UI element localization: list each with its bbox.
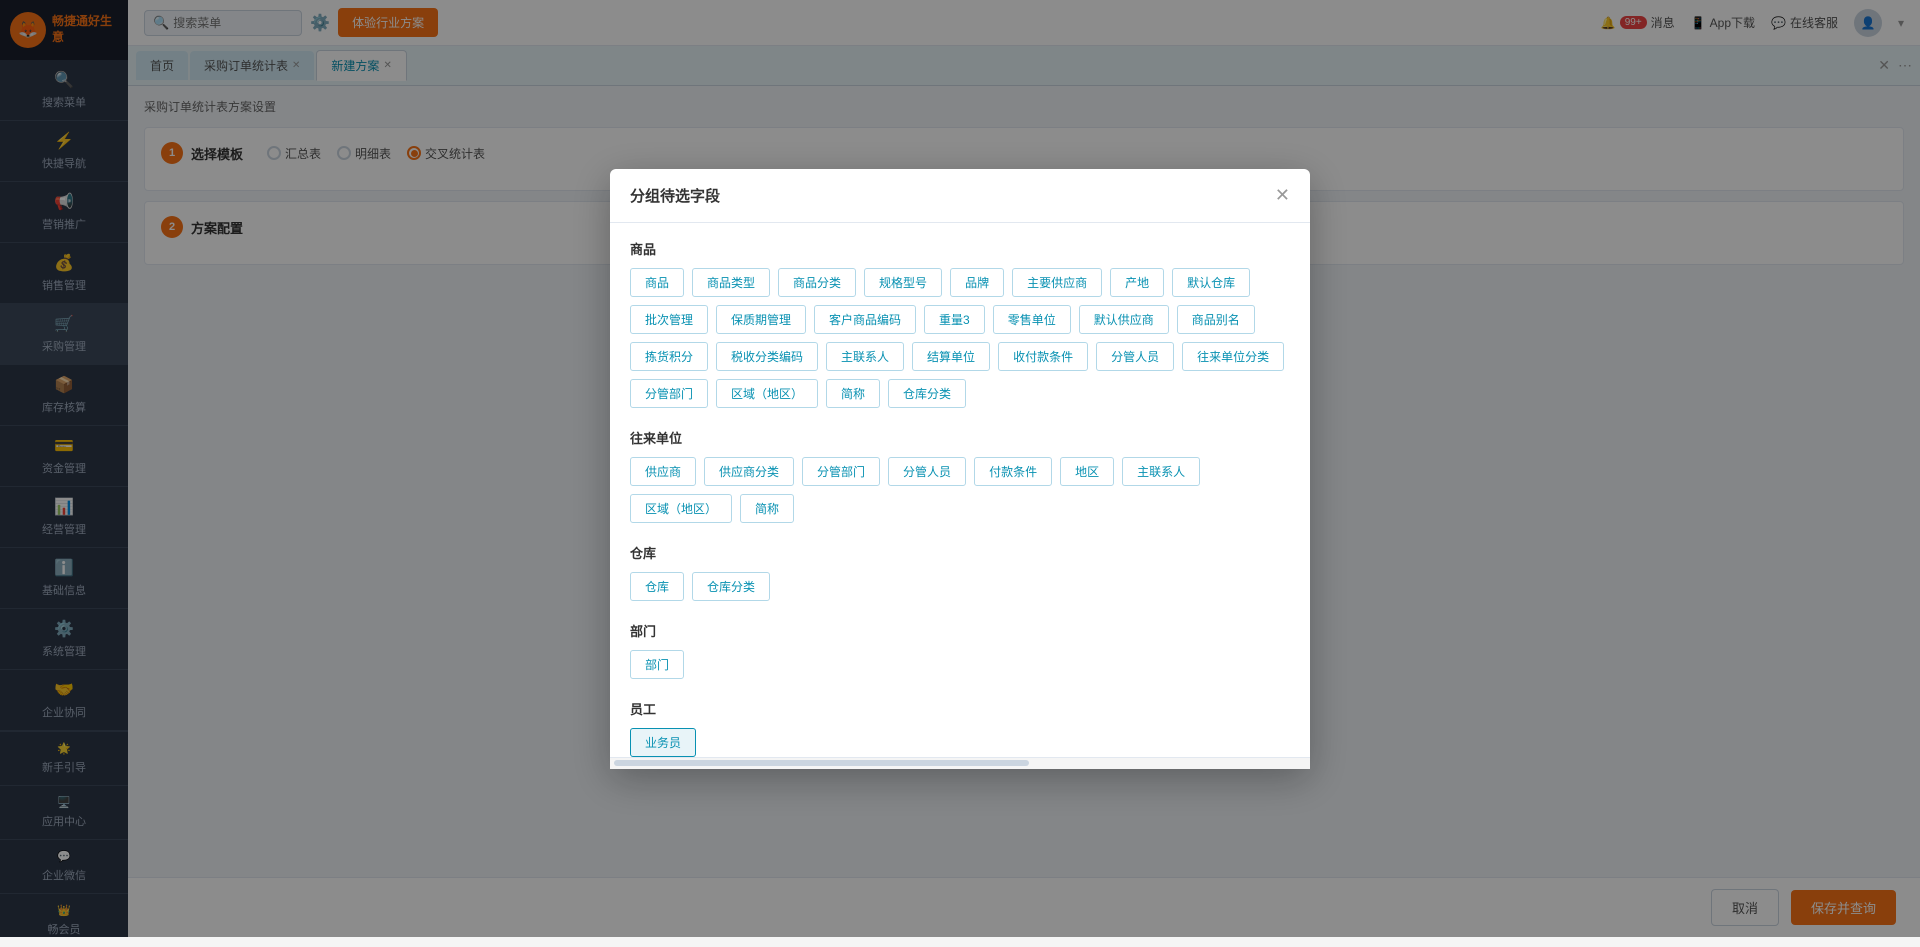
field-tag[interactable]: 商品类型 (692, 268, 770, 297)
field-group-warehouse: 仓库 仓库 仓库分类 (630, 543, 1290, 601)
field-tags-product: 商品 商品类型 商品分类 规格型号 品牌 主要供应商 产地 默认仓库 批次管理 … (630, 268, 1290, 408)
field-tag[interactable]: 默认仓库 (1172, 268, 1250, 297)
field-tag[interactable]: 主联系人 (826, 342, 904, 371)
field-tag[interactable]: 商品分类 (778, 268, 856, 297)
field-tag[interactable]: 简称 (826, 379, 880, 408)
field-tags-partner: 供应商 供应商分类 分管部门 分管人员 付款条件 地区 主联系人 区域（地区） … (630, 457, 1290, 523)
field-tag[interactable]: 品牌 (950, 268, 1004, 297)
modal-title: 分组待选字段 (630, 185, 720, 206)
modal-body: 商品 商品 商品类型 商品分类 规格型号 品牌 主要供应商 产地 默认仓库 批次… (610, 223, 1310, 757)
field-tag[interactable]: 往来单位分类 (1182, 342, 1284, 371)
field-tag[interactable]: 仓库 (630, 572, 684, 601)
field-tag[interactable]: 付款条件 (974, 457, 1052, 486)
field-tag[interactable]: 供应商分类 (704, 457, 794, 486)
field-tag[interactable]: 分管部门 (802, 457, 880, 486)
field-tag[interactable]: 区域（地区） (630, 494, 732, 523)
field-group-partner: 往来单位 供应商 供应商分类 分管部门 分管人员 付款条件 地区 主联系人 区域… (630, 428, 1290, 523)
field-group-title-partner: 往来单位 (630, 428, 1290, 447)
field-group-title-employee: 员工 (630, 699, 1290, 718)
field-tag[interactable]: 结算单位 (912, 342, 990, 371)
field-tag[interactable]: 收付款条件 (998, 342, 1088, 371)
field-group-title-warehouse: 仓库 (630, 543, 1290, 562)
field-tag[interactable]: 简称 (740, 494, 794, 523)
field-tag[interactable]: 规格型号 (864, 268, 942, 297)
field-tag[interactable]: 商品别名 (1177, 305, 1255, 334)
field-tag[interactable]: 拣货积分 (630, 342, 708, 371)
field-tag-salesperson[interactable]: 业务员 (630, 728, 696, 757)
modal-overlay[interactable]: 分组待选字段 ✕ 商品 商品 商品类型 商品分类 规格型号 品牌 主要供应商 产… (0, 0, 1920, 937)
field-tag[interactable]: 部门 (630, 650, 684, 679)
field-tags-warehouse: 仓库 仓库分类 (630, 572, 1290, 601)
field-tag[interactable]: 仓库分类 (692, 572, 770, 601)
scroll-thumb-horizontal (614, 760, 1029, 766)
field-tag[interactable]: 默认供应商 (1079, 305, 1169, 334)
field-group-title-department: 部门 (630, 621, 1290, 640)
field-tag[interactable]: 客户商品编码 (814, 305, 916, 334)
field-group-employee: 员工 业务员 (630, 699, 1290, 757)
field-group-title-product: 商品 (630, 239, 1290, 258)
modal-close-button[interactable]: ✕ (1275, 186, 1290, 204)
field-group-department: 部门 部门 (630, 621, 1290, 679)
modal: 分组待选字段 ✕ 商品 商品 商品类型 商品分类 规格型号 品牌 主要供应商 产… (610, 169, 1310, 769)
field-tag[interactable]: 批次管理 (630, 305, 708, 334)
field-tag[interactable]: 主联系人 (1122, 457, 1200, 486)
field-group-product: 商品 商品 商品类型 商品分类 规格型号 品牌 主要供应商 产地 默认仓库 批次… (630, 239, 1290, 408)
field-tag[interactable]: 重量3 (924, 305, 985, 334)
field-tag[interactable]: 税收分类编码 (716, 342, 818, 371)
field-tag[interactable]: 分管人员 (888, 457, 966, 486)
field-tag[interactable]: 保质期管理 (716, 305, 806, 334)
field-tag[interactable]: 分管部门 (630, 379, 708, 408)
field-tag[interactable]: 主要供应商 (1012, 268, 1102, 297)
field-tag[interactable]: 产地 (1110, 268, 1164, 297)
field-tag[interactable]: 地区 (1060, 457, 1114, 486)
field-tag[interactable]: 零售单位 (993, 305, 1071, 334)
field-tag[interactable]: 商品 (630, 268, 684, 297)
modal-scroll-bar (610, 757, 1310, 769)
field-tags-department: 部门 (630, 650, 1290, 679)
field-tag[interactable]: 分管人员 (1096, 342, 1174, 371)
modal-header: 分组待选字段 ✕ (610, 169, 1310, 223)
field-tag[interactable]: 仓库分类 (888, 379, 966, 408)
field-tag[interactable]: 供应商 (630, 457, 696, 486)
field-tag[interactable]: 区域（地区） (716, 379, 818, 408)
field-tags-employee: 业务员 (630, 728, 1290, 757)
